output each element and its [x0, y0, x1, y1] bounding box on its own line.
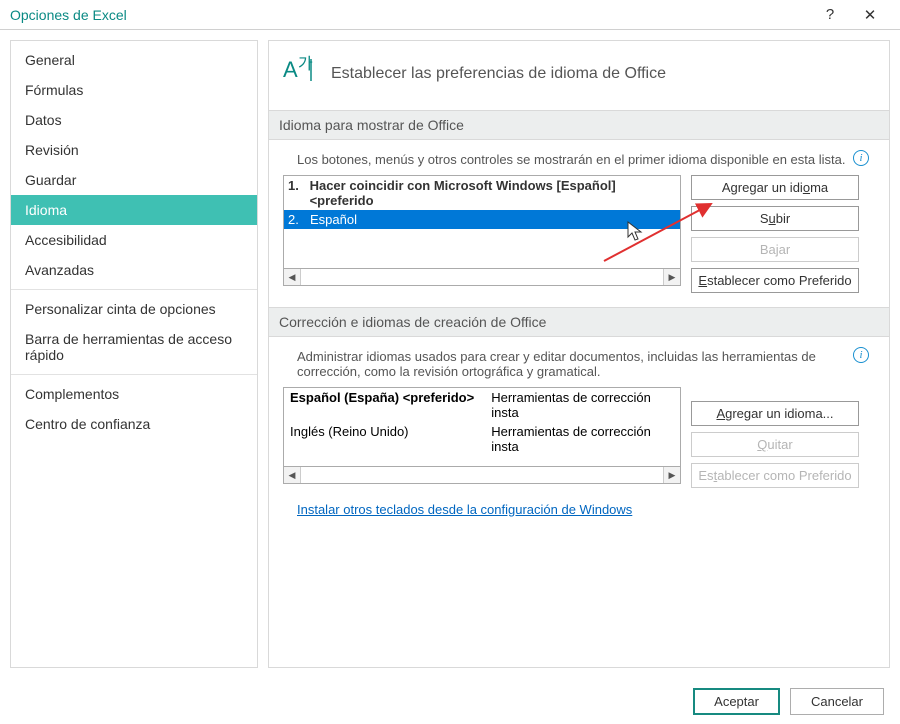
window-title: Opciones de Excel [10, 7, 810, 23]
move-down-button[interactable]: Bajar [691, 237, 859, 262]
list-item[interactable]: 1. Hacer coincidir con Microsoft Windows… [284, 176, 680, 210]
scroll-left-icon[interactable]: ◀ [284, 269, 301, 285]
sidebar: General Fórmulas Datos Revisión Guardar … [10, 40, 258, 668]
page-heading: Establecer las preferencias de idioma de… [331, 65, 666, 83]
section-desc-text: Administrar idiomas usados para crear y … [297, 349, 816, 379]
list-item[interactable]: Español (España) <preferido> Herramienta… [284, 388, 680, 422]
scroll-right-icon[interactable]: ▶ [663, 269, 680, 285]
info-icon[interactable]: i [853, 347, 869, 363]
section-desc-text: Los botones, menús y otros controles se … [297, 152, 845, 167]
sidebar-item-centro-confianza[interactable]: Centro de confianza [11, 409, 257, 439]
sidebar-item-accesibilidad[interactable]: Accesibilidad [11, 225, 257, 255]
sidebar-item-complementos[interactable]: Complementos [11, 379, 257, 409]
scroll-right-icon[interactable]: ▶ [663, 467, 680, 483]
add-display-language-button[interactable]: Agregar un idioma [691, 175, 859, 200]
sidebar-separator [11, 374, 257, 375]
add-authoring-language-button[interactable]: Agregar un idioma... [691, 401, 859, 426]
remove-authoring-language-button[interactable]: Quitar [691, 432, 859, 457]
cancel-button[interactable]: Cancelar [790, 688, 884, 715]
list-item-text: Español [310, 212, 357, 227]
sidebar-item-barra-acceso-rapido[interactable]: Barra de herramientas de acceso rápido [11, 324, 257, 370]
list-item-lang: Inglés (Reino Unido) [290, 424, 491, 454]
list-item-selected[interactable]: 2. Español [284, 210, 680, 229]
list-item-status: Herramientas de corrección insta [491, 390, 674, 420]
sidebar-item-personalizar-cinta[interactable]: Personalizar cinta de opciones [11, 294, 257, 324]
ok-button[interactable]: Aceptar [693, 688, 780, 715]
section-desc: Administrar idiomas usados para crear y … [283, 349, 875, 379]
sidebar-item-guardar[interactable]: Guardar [11, 165, 257, 195]
set-preferred-authoring-button[interactable]: Establecer como Preferido [691, 463, 859, 488]
section-desc: Los botones, menús y otros controles se … [283, 152, 875, 167]
titlebar: Opciones de Excel ? ✕ [0, 0, 900, 30]
move-up-button[interactable]: Subir [691, 206, 859, 231]
sidebar-item-avanzadas[interactable]: Avanzadas [11, 255, 257, 285]
sidebar-separator [11, 289, 257, 290]
content-panel: A가 Establecer las preferencias de idioma… [268, 40, 890, 668]
authoring-language-listbox[interactable]: Español (España) <preferido> Herramienta… [283, 387, 681, 467]
sidebar-item-general[interactable]: General [11, 45, 257, 75]
install-keyboards-link[interactable]: Instalar otros teclados desde la configu… [297, 502, 632, 517]
scroll-track[interactable] [301, 269, 663, 285]
info-icon[interactable]: i [853, 150, 869, 166]
display-language-listbox[interactable]: 1. Hacer coincidir con Microsoft Windows… [283, 175, 681, 269]
scroll-track[interactable] [301, 467, 663, 483]
list-item-lang: Español (España) <preferido> [290, 390, 491, 420]
horizontal-scrollbar[interactable]: ◀ ▶ [283, 269, 681, 286]
sidebar-item-idioma[interactable]: Idioma [11, 195, 257, 225]
svg-text:A: A [283, 57, 298, 82]
sidebar-item-datos[interactable]: Datos [11, 105, 257, 135]
set-preferred-display-button[interactable]: Establecer como Preferido [691, 268, 859, 293]
scroll-left-icon[interactable]: ◀ [284, 467, 301, 483]
sidebar-item-revision[interactable]: Revisión [11, 135, 257, 165]
close-button[interactable]: ✕ [850, 6, 890, 24]
horizontal-scrollbar[interactable]: ◀ ▶ [283, 467, 681, 484]
section-title-authoring-language: Corrección e idiomas de creación de Offi… [269, 307, 889, 337]
list-item-text: Hacer coincidir con Microsoft Windows [E… [310, 178, 676, 208]
dialog-footer: Aceptar Cancelar [0, 678, 900, 724]
list-item-status: Herramientas de corrección insta [491, 424, 674, 454]
page-heading-row: A가 Establecer las preferencias de idioma… [283, 55, 875, 92]
list-item-num: 2. [288, 212, 310, 227]
sidebar-item-formulas[interactable]: Fórmulas [11, 75, 257, 105]
list-item[interactable]: Inglés (Reino Unido) Herramientas de cor… [284, 422, 680, 456]
language-icon: A가 [283, 55, 319, 92]
section-title-display-language: Idioma para mostrar de Office [269, 110, 889, 140]
list-item-num: 1. [288, 178, 310, 208]
help-button[interactable]: ? [810, 6, 850, 23]
